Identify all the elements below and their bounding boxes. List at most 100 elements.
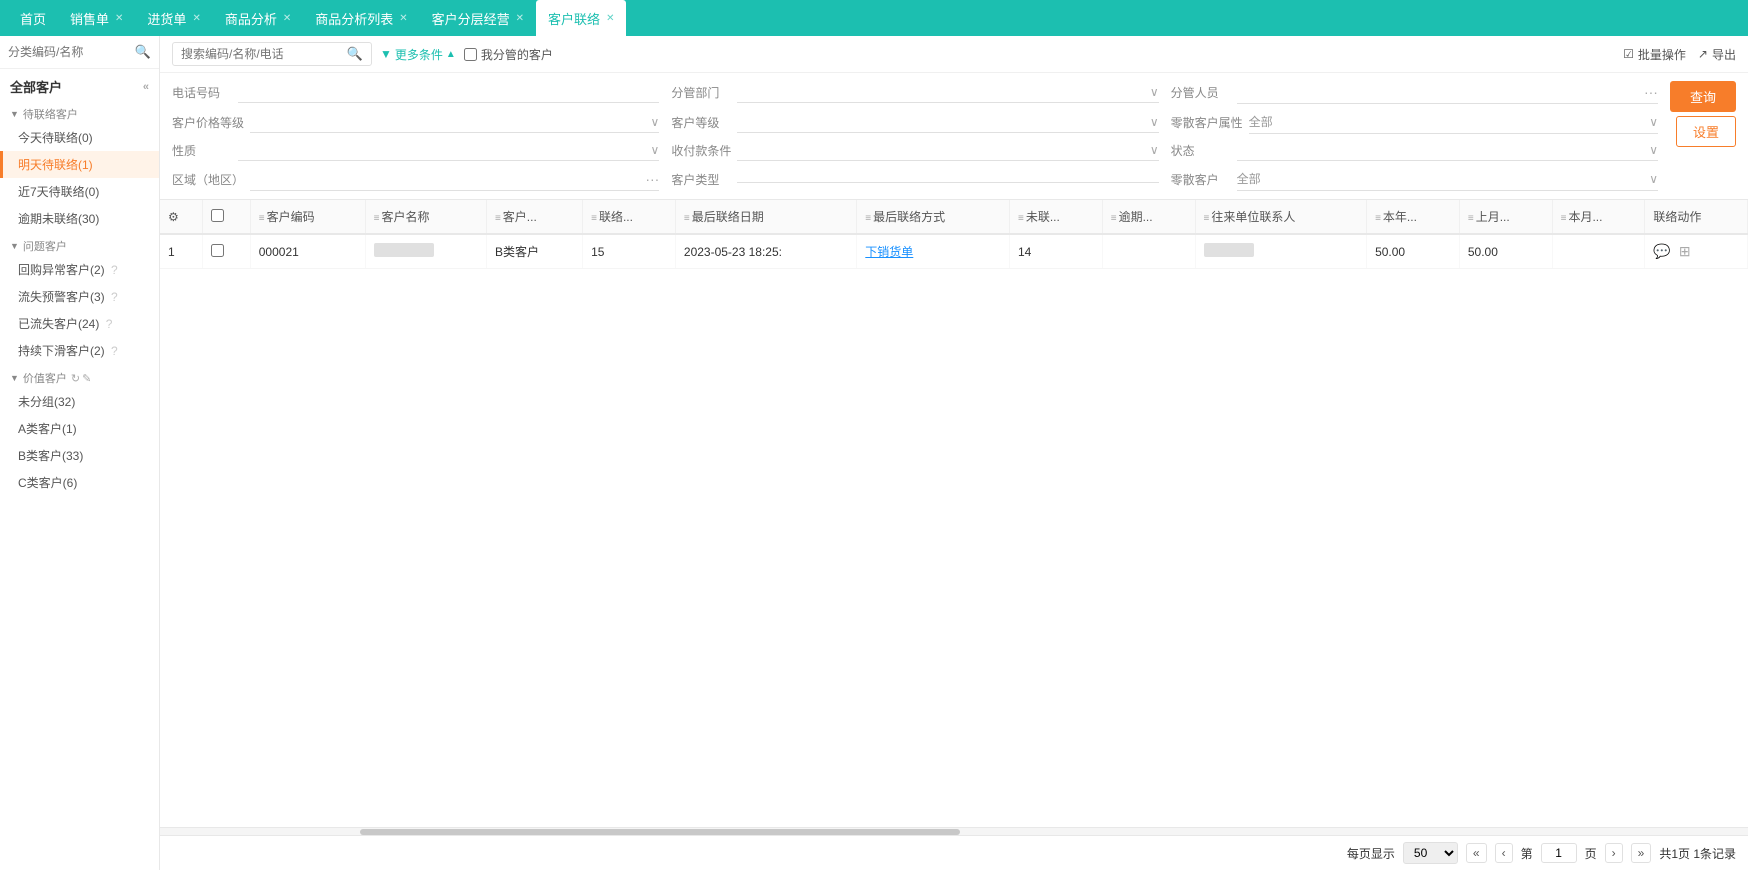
close-icon[interactable]: ✕ [399,13,407,24]
sidebar-item-7day-contact[interactable]: 近7天待联络(0) [0,178,159,205]
page-size-label: 每页显示 [1347,845,1395,862]
payment-select[interactable]: ∨ [737,140,1158,161]
first-page-btn[interactable]: « [1466,843,1487,863]
retail-attr-select[interactable]: 全部 ∨ [1249,110,1658,134]
sidebar-item-class-c[interactable]: C类客户(6) [0,469,159,496]
sidebar-item-tomorrow-contact[interactable]: 明天待联络(1) [0,151,159,178]
col-unit-contact[interactable]: ≡往来单位联系人 [1195,200,1367,234]
close-icon[interactable]: ✕ [516,13,524,24]
settings-button[interactable]: 设置 [1676,116,1736,147]
export-btn[interactable]: ↗ 导出 [1698,46,1736,63]
close-icon[interactable]: ✕ [192,13,200,24]
cell-last-method[interactable]: 下销货单 [857,234,1010,269]
collapse-icon[interactable]: « [143,81,149,93]
my-customers-check[interactable] [464,48,477,61]
chevron-down-icon: ∨ [1649,115,1658,129]
region-dots[interactable]: ··· [645,171,659,187]
page-size-select[interactable]: 50 20 100 [1403,842,1458,864]
sidebar-item-churned[interactable]: 已流失客户(24) ? [0,310,159,337]
filter-actions: 查询 设置 [1670,81,1736,191]
sidebar-item-ungroup[interactable]: 未分组(32) [0,388,159,415]
filter-search-icon[interactable]: 🔍 [347,46,363,62]
page-input[interactable] [1541,843,1577,863]
batch-operation-btn[interactable]: ☑ 批量操作 [1623,46,1686,63]
nature-select[interactable]: ∨ [238,140,659,161]
nav-home[interactable]: 首页 [8,0,58,36]
close-icon[interactable]: ✕ [606,13,614,24]
page-label: 第 [1521,845,1533,862]
help-icon: ? [111,290,118,304]
sidebar-item-churn-warning[interactable]: 流失预警客户(3) ? [0,283,159,310]
col-no-contact[interactable]: ≡未联... [1009,200,1102,234]
nav-product-analysis-list[interactable]: 商品分析列表 ✕ [303,0,419,36]
sidebar-group-problem[interactable]: 问题客户 [0,232,159,256]
col-name[interactable]: ≡客户名称 [365,200,486,234]
my-customers-checkbox[interactable]: 我分管的客户 [464,46,553,63]
table-row: 1 000021 B类客户 15 2023-05-23 18:25: 下销货单 … [160,234,1748,269]
phone-input[interactable] [238,82,659,103]
qr-icon[interactable]: ⊞ [1679,243,1691,260]
col-code[interactable]: ≡客户编码 [250,200,365,234]
close-icon[interactable]: ✕ [283,13,291,24]
sidebar-item-class-a[interactable]: A类客户(1) [0,415,159,442]
sidebar-item-repurchase-abnormal[interactable]: 回购异常客户(2) ? [0,256,159,283]
price-level-select[interactable]: ∨ [250,112,659,133]
col-last-contact-date[interactable]: ≡最后联络日期 [675,200,856,234]
customer-level-select[interactable]: ∨ [737,112,1158,133]
sidebar-item-overdue-contact[interactable]: 逾期未联络(30) [0,205,159,232]
close-icon[interactable]: ✕ [115,13,123,24]
nav-purchase[interactable]: 进货单 ✕ [135,0,212,36]
sidebar-group-value[interactable]: 价值客户 ↻ ✎ [0,364,159,388]
edit-icon[interactable]: ✎ [82,372,91,385]
chevron-down-icon: ∨ [1649,172,1658,186]
col-overdue[interactable]: ≡逾期... [1102,200,1195,234]
col-checkbox[interactable] [203,200,250,234]
refresh-icon[interactable]: ↻ [71,372,80,385]
filter-nature: 性质 ∨ [172,140,659,161]
col-last-month[interactable]: ≡上月... [1459,200,1552,234]
horizontal-scrollbar[interactable] [160,827,1748,835]
col-settings[interactable]: ⚙ [160,200,203,234]
col-this-month[interactable]: ≡本月... [1552,200,1645,234]
sidebar-item-today-contact[interactable]: 今天待联络(0) [0,124,159,151]
more-conditions-btn[interactable]: ▼ 更多条件 ▲ [380,46,456,63]
row-checkbox[interactable] [211,244,224,257]
retail-customer-select[interactable]: 全部 ∨ [1237,167,1658,191]
search-icon[interactable]: 🔍 [135,44,151,60]
sidebar-search-input[interactable] [8,45,135,59]
query-button[interactable]: 查询 [1670,81,1736,112]
cell-checkbox[interactable] [203,234,250,269]
col-this-year[interactable]: ≡本年... [1367,200,1460,234]
col-type[interactable]: ≡客户... [486,200,582,234]
content-area: 🔍 ▼ 更多条件 ▲ 我分管的客户 ☑ 批量操作 ↗ 导出 [160,36,1748,870]
prev-page-btn[interactable]: ‹ [1495,843,1513,863]
nav-customer-contact[interactable]: 客户联络 ✕ [536,0,626,36]
filter-retail-attr: 零散客户属性 全部 ∨ [1171,110,1658,134]
last-page-btn[interactable]: » [1631,843,1652,863]
sidebar-item-declining[interactable]: 持续下滑客户(2) ? [0,337,159,364]
col-contact-count[interactable]: ≡联络... [583,200,676,234]
cell-unit-contact [1195,234,1367,269]
scrollbar-thumb[interactable] [360,829,960,835]
dept-select[interactable]: ∨ [737,82,1158,103]
nav-product-analysis[interactable]: 商品分析 ✕ [213,0,303,36]
manager-dots[interactable]: ··· [1644,84,1658,100]
sidebar-group-pending[interactable]: 待联络客户 [0,100,159,124]
sidebar-all-customers[interactable]: 全部客户 « [0,69,159,100]
next-page-btn[interactable]: › [1605,843,1623,863]
customer-type-select[interactable] [737,176,1158,183]
col-last-contact-method[interactable]: ≡最后联络方式 [857,200,1010,234]
filter-search-input[interactable] [181,47,347,61]
chevron-down-icon: ∨ [1649,143,1658,157]
chevron-down-icon: ∨ [1150,143,1159,157]
cell-code: 000021 [250,234,365,269]
nav-customer-stratification[interactable]: 客户分层经营 ✕ [420,0,536,36]
sidebar-item-class-b[interactable]: B类客户(33) [0,442,159,469]
select-all-checkbox[interactable] [211,209,224,222]
status-select[interactable]: ∨ [1237,140,1658,161]
nav-sales[interactable]: 销售单 ✕ [58,0,135,36]
contact-icon[interactable]: 💬 [1653,243,1670,260]
filter-dept: 分管部门 ∨ [671,82,1158,103]
chevron-down-icon: ∨ [651,143,660,157]
unit-contact-blur [1204,243,1254,257]
